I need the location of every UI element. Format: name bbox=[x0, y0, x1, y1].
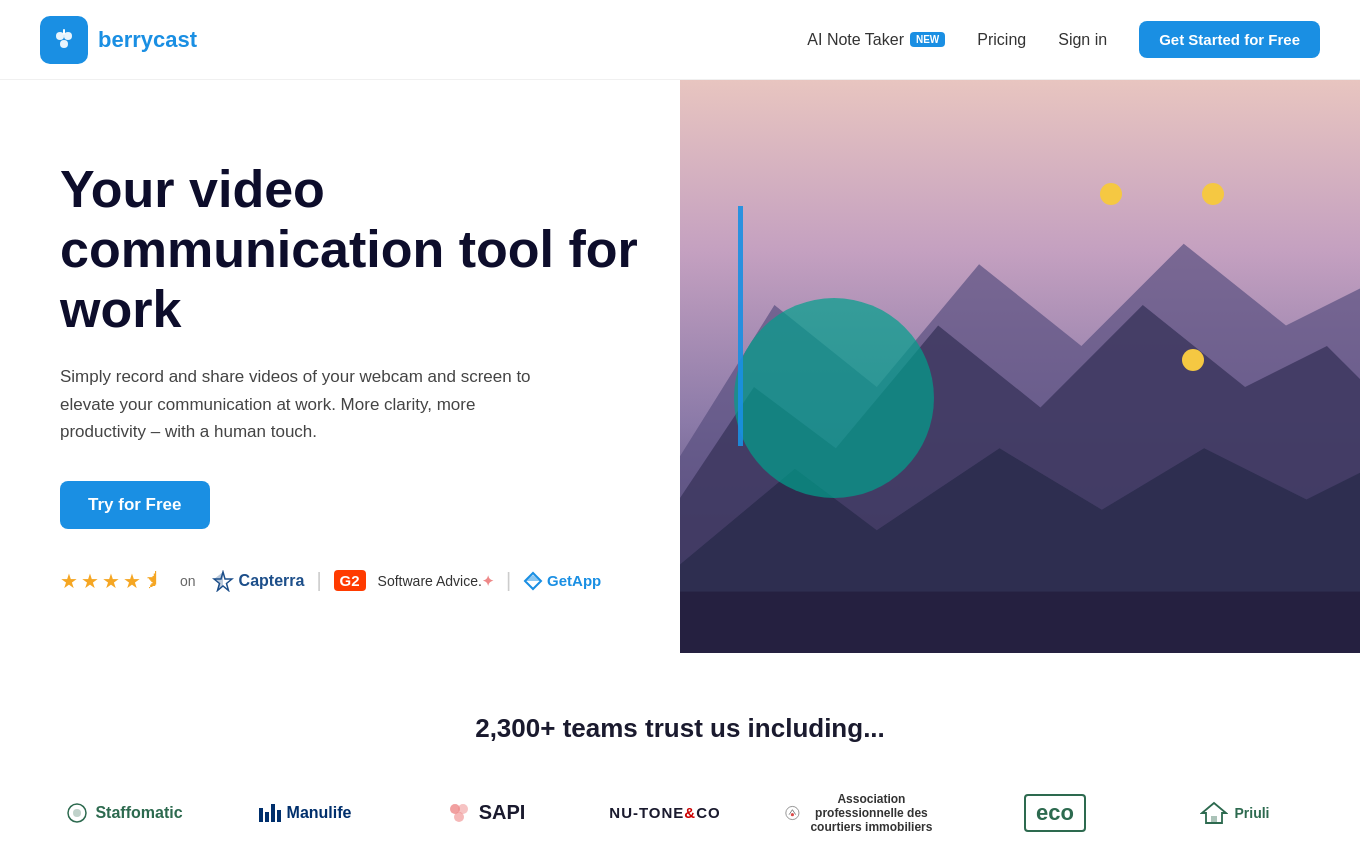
svg-rect-18 bbox=[1211, 816, 1217, 823]
capterra-text: Capterra bbox=[239, 572, 305, 590]
list-item: Association professionnelle des courtier… bbox=[785, 792, 935, 834]
svg-point-1 bbox=[64, 32, 72, 40]
nav-link-ai-note-taker[interactable]: AI Note Taker new bbox=[807, 31, 945, 49]
nav-links: AI Note Taker new Pricing Sign in Get St… bbox=[807, 21, 1320, 58]
trust-title: 2,300+ teams trust us including... bbox=[40, 713, 1320, 744]
svg-point-2 bbox=[60, 40, 68, 48]
logo-icon bbox=[40, 16, 88, 64]
star-5-half: ⯨ bbox=[144, 569, 164, 592]
divider-2: | bbox=[506, 569, 511, 592]
teal-circle-decoration bbox=[734, 298, 934, 498]
hero-title: Your video communication tool for work bbox=[60, 160, 640, 339]
berry-logo-svg bbox=[50, 26, 78, 54]
ratings-on-label: on bbox=[180, 573, 196, 589]
staffomatic-logo: Staffomatic bbox=[67, 803, 182, 823]
nutone-logo: NU-TONE&CO bbox=[609, 804, 720, 821]
priuli-icon bbox=[1200, 799, 1228, 827]
badge-new: new bbox=[910, 32, 945, 47]
hero-background bbox=[680, 80, 1360, 653]
star-3: ★ bbox=[102, 569, 120, 593]
list-item: Manulife bbox=[245, 804, 365, 822]
star-1: ★ bbox=[60, 569, 78, 593]
nav-link-signin[interactable]: Sign in bbox=[1058, 31, 1107, 49]
list-item: Priuli bbox=[1175, 799, 1295, 827]
priuli-logo: Priuli bbox=[1200, 799, 1269, 827]
star-4: ★ bbox=[123, 569, 141, 593]
list-item: Staffomatic bbox=[65, 803, 185, 823]
svg-point-0 bbox=[56, 32, 64, 40]
star-ratings: ★ ★ ★ ★ ⯨ bbox=[60, 569, 164, 593]
apciq-logo: Association professionnelle des courtier… bbox=[785, 792, 935, 834]
capterra-logo: Capterra bbox=[212, 570, 305, 592]
navbar: berrycast AI Note Taker new Pricing Sign… bbox=[0, 0, 1360, 80]
ratings-row: ★ ★ ★ ★ ⯨ on Capterra | G2 Software Advi… bbox=[60, 569, 640, 593]
svg-point-11 bbox=[73, 809, 81, 817]
trust-logos-grid: Staffomatic Manulife bbox=[40, 792, 1320, 859]
hero-section: Your video communication tool for work S… bbox=[0, 80, 1360, 653]
get-started-button[interactable]: Get Started for Free bbox=[1139, 21, 1320, 58]
sapi-icon bbox=[445, 799, 473, 827]
manulife-logo: Manulife bbox=[259, 804, 352, 822]
try-free-button[interactable]: Try for Free bbox=[60, 481, 210, 529]
manulife-bars bbox=[259, 804, 281, 822]
g2-logo: G2 bbox=[334, 570, 366, 591]
list-item: SAPI bbox=[425, 799, 545, 827]
recording-dot-1 bbox=[1100, 183, 1122, 205]
svg-point-16 bbox=[791, 813, 794, 816]
staffomatic-icon bbox=[67, 803, 87, 823]
getapp-text: GetApp bbox=[547, 572, 601, 589]
nav-link-pricing[interactable]: Pricing bbox=[977, 31, 1026, 49]
getapp-logo: GetApp bbox=[523, 571, 601, 591]
logo-text: berrycast bbox=[98, 27, 197, 53]
recording-dot-3 bbox=[1182, 349, 1204, 371]
svg-point-14 bbox=[454, 812, 464, 822]
hero-subtitle: Simply record and share videos of your w… bbox=[60, 363, 540, 445]
recording-dot-2 bbox=[1202, 183, 1224, 205]
svg-rect-9 bbox=[680, 592, 1360, 653]
trust-section: 2,300+ teams trust us including... Staff… bbox=[0, 653, 1360, 859]
list-item: eco bbox=[995, 794, 1115, 832]
hero-image-area bbox=[680, 80, 1360, 653]
software-advice-logo: Software Advice.✦ bbox=[378, 573, 494, 589]
hero-left: Your video communication tool for work S… bbox=[0, 80, 680, 653]
star-2: ★ bbox=[81, 569, 99, 593]
capterra-icon bbox=[212, 570, 234, 592]
sapi-logo: SAPI bbox=[445, 799, 526, 827]
apciq-icon bbox=[785, 795, 800, 831]
logo[interactable]: berrycast bbox=[40, 16, 197, 64]
eco-logo: eco bbox=[1024, 794, 1086, 832]
list-item: NU-TONE&CO bbox=[605, 804, 725, 821]
getapp-icon bbox=[523, 571, 543, 591]
recording-bar bbox=[738, 206, 743, 446]
divider-1: | bbox=[316, 569, 321, 592]
